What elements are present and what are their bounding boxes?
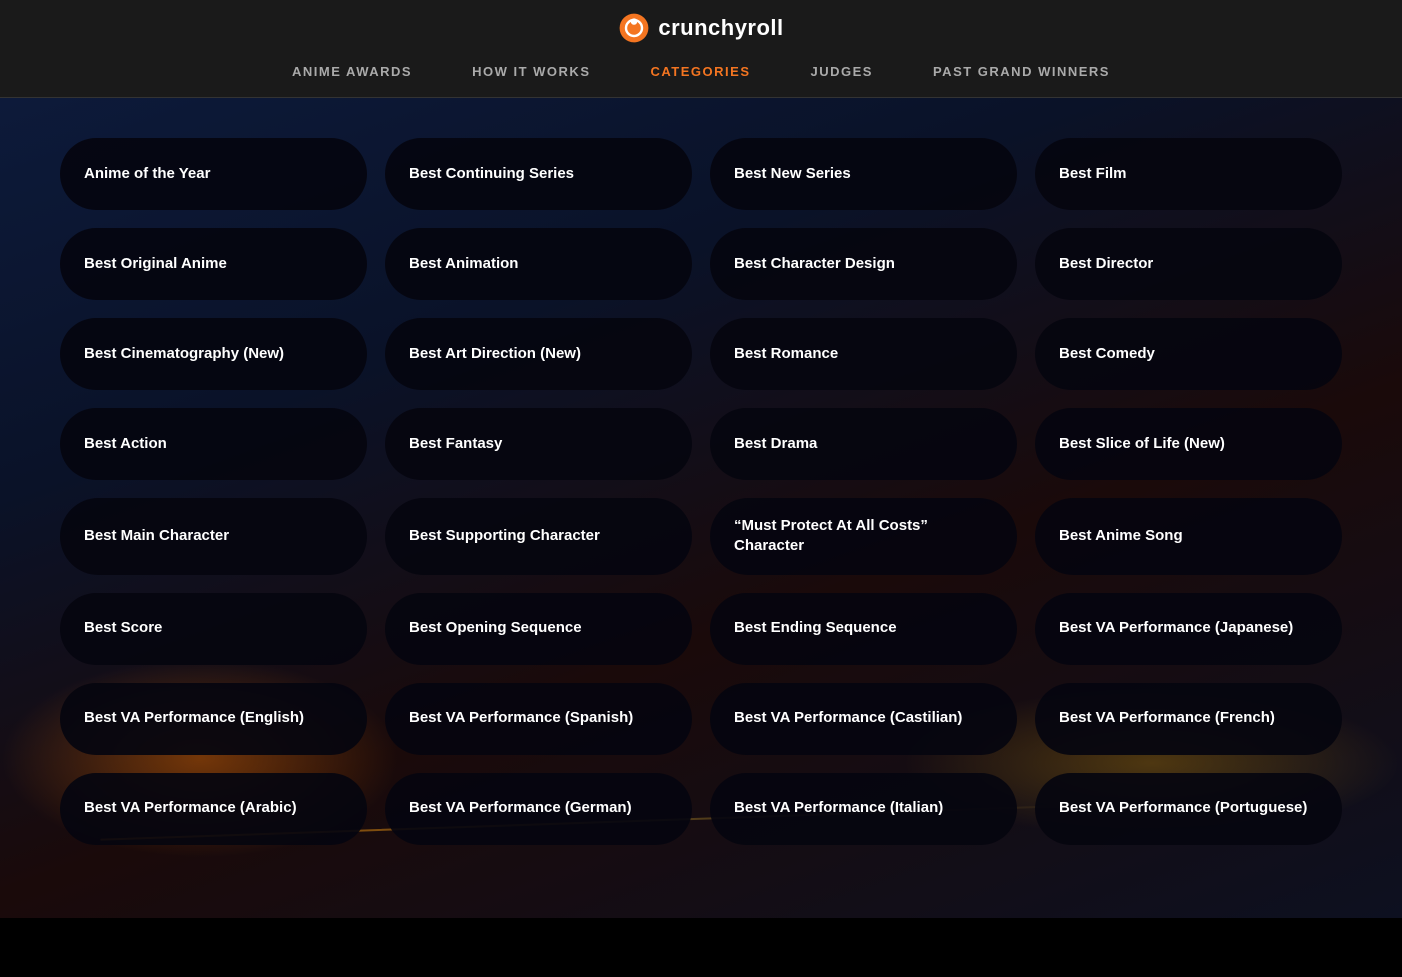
category-button-5[interactable]: Best Animation — [385, 228, 692, 300]
category-button-21[interactable]: Best Opening Sequence — [385, 593, 692, 665]
category-button-30[interactable]: Best VA Performance (Italian) — [710, 773, 1017, 845]
category-button-15[interactable]: Best Slice of Life (New) — [1035, 408, 1342, 480]
crunchyroll-logo-icon — [618, 12, 650, 44]
category-button-19[interactable]: Best Anime Song — [1035, 498, 1342, 575]
category-button-2[interactable]: Best New Series — [710, 138, 1017, 210]
category-button-10[interactable]: Best Romance — [710, 318, 1017, 390]
nav-item-judges[interactable]: JUDGES — [811, 60, 873, 83]
nav-item-how-it-works[interactable]: HOW IT WORKS — [472, 60, 590, 83]
category-button-24[interactable]: Best VA Performance (English) — [60, 683, 367, 755]
category-button-7[interactable]: Best Director — [1035, 228, 1342, 300]
logo-area: crunchyroll — [618, 12, 783, 44]
category-button-6[interactable]: Best Character Design — [710, 228, 1017, 300]
category-button-9[interactable]: Best Art Direction (New) — [385, 318, 692, 390]
category-button-29[interactable]: Best VA Performance (German) — [385, 773, 692, 845]
category-button-0[interactable]: Anime of the Year — [60, 138, 367, 210]
category-button-11[interactable]: Best Comedy — [1035, 318, 1342, 390]
category-button-23[interactable]: Best VA Performance (Japanese) — [1035, 593, 1342, 665]
category-button-8[interactable]: Best Cinematography (New) — [60, 318, 367, 390]
categories-grid: Anime of the YearBest Continuing SeriesB… — [60, 138, 1342, 845]
category-button-16[interactable]: Best Main Character — [60, 498, 367, 575]
category-button-25[interactable]: Best VA Performance (Spanish) — [385, 683, 692, 755]
category-button-18[interactable]: “Must Protect At All Costs” Character — [710, 498, 1017, 575]
nav-item-categories[interactable]: CATEGORIES — [651, 60, 751, 83]
category-button-26[interactable]: Best VA Performance (Castilian) — [710, 683, 1017, 755]
category-button-12[interactable]: Best Action — [60, 408, 367, 480]
category-button-20[interactable]: Best Score — [60, 593, 367, 665]
category-button-31[interactable]: Best VA Performance (Portuguese) — [1035, 773, 1342, 845]
main-content: Anime of the YearBest Continuing SeriesB… — [0, 98, 1402, 918]
main-nav: ANIME AWARDS HOW IT WORKS CATEGORIES JUDGES… — [292, 60, 1110, 97]
category-button-1[interactable]: Best Continuing Series — [385, 138, 692, 210]
nav-item-past-grand-winners[interactable]: PAST GRAND WINNERS — [933, 60, 1110, 83]
site-header: crunchyroll ANIME AWARDS HOW IT WORKS CATE… — [0, 0, 1402, 98]
logo-text: crunchyroll — [658, 15, 783, 41]
category-button-13[interactable]: Best Fantasy — [385, 408, 692, 480]
category-button-3[interactable]: Best Film — [1035, 138, 1342, 210]
category-button-28[interactable]: Best VA Performance (Arabic) — [60, 773, 367, 845]
category-button-27[interactable]: Best VA Performance (French) — [1035, 683, 1342, 755]
category-button-17[interactable]: Best Supporting Character — [385, 498, 692, 575]
nav-item-anime-awards[interactable]: ANIME AWARDS — [292, 60, 412, 83]
category-button-4[interactable]: Best Original Anime — [60, 228, 367, 300]
category-button-22[interactable]: Best Ending Sequence — [710, 593, 1017, 665]
category-button-14[interactable]: Best Drama — [710, 408, 1017, 480]
